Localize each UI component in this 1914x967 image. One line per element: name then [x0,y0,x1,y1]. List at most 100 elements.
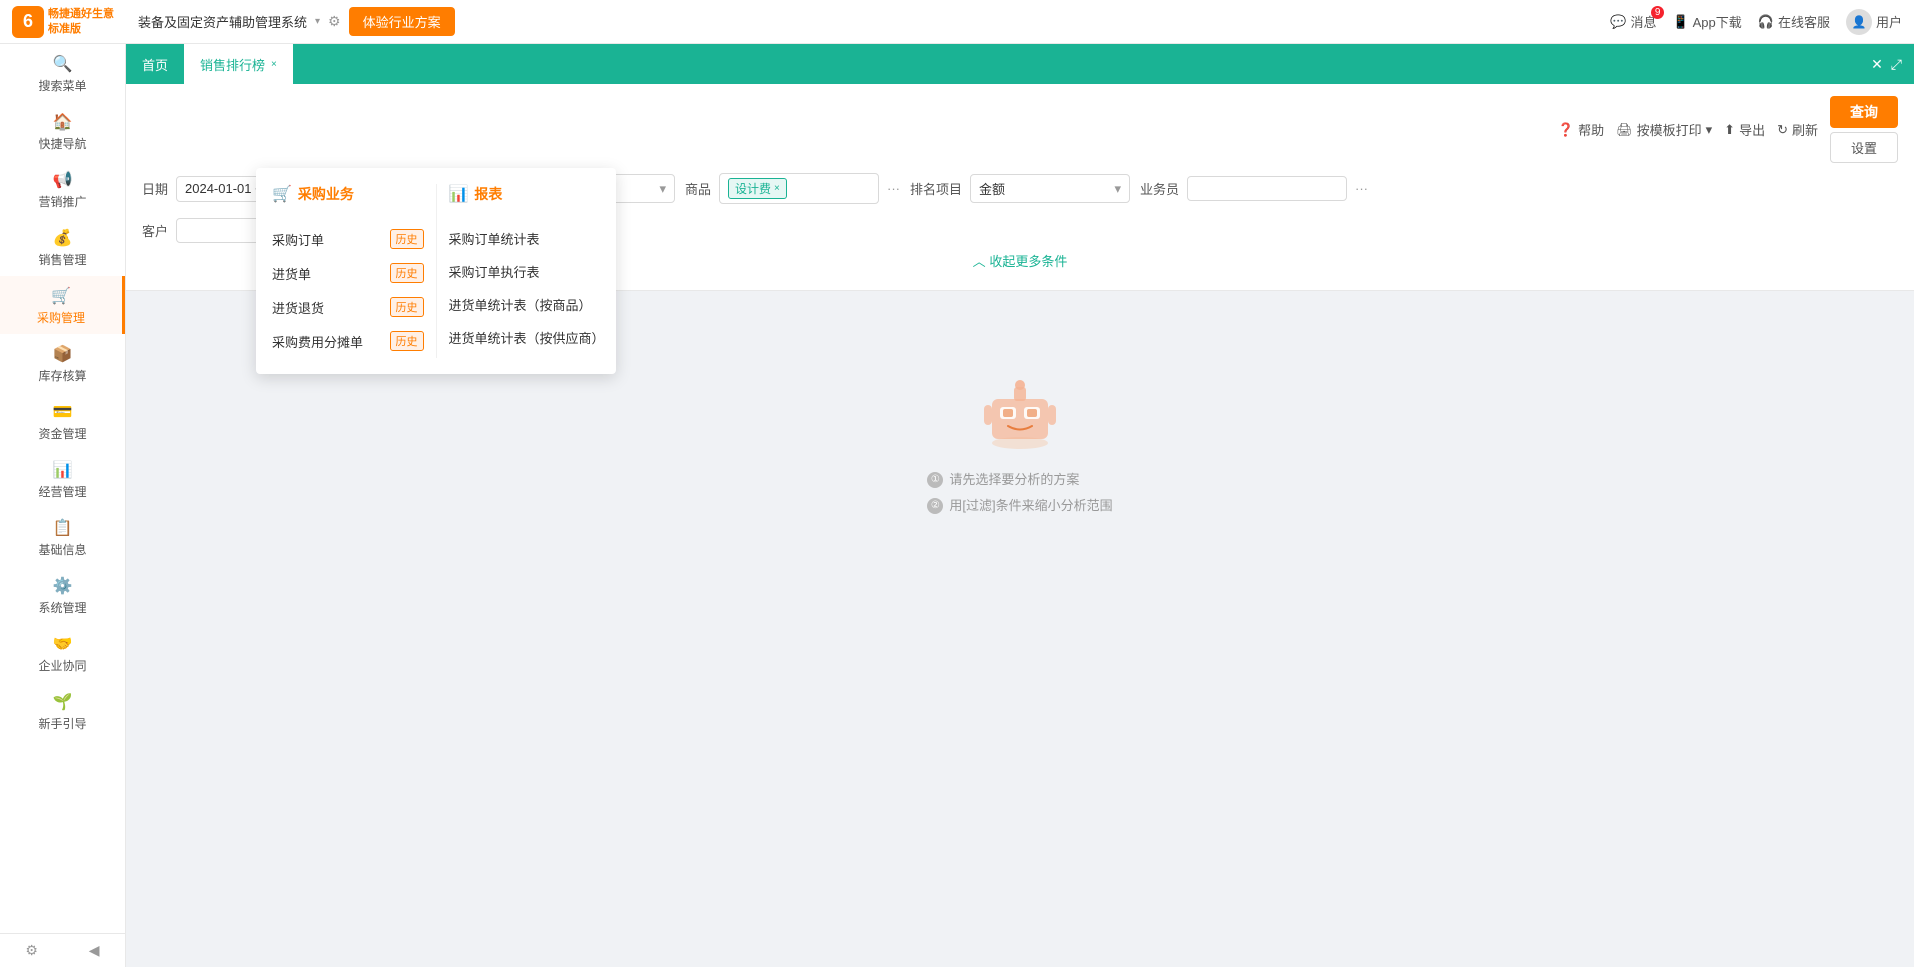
dropdown-col-report-title: 📊 报表 [449,184,601,210]
app-download-btn[interactable]: 📱 App下载 [1672,12,1741,31]
salesman-filter-dots[interactable]: ··· [1355,181,1368,196]
query-btn[interactable]: 查询 [1830,96,1898,128]
tab-bar-actions: ✕ ⤢ [1871,56,1914,73]
tab-home[interactable]: 首页 [126,44,184,84]
empty-text-item-2: ② 用[过滤]条件来缩小分析范围 [927,493,1112,519]
headset-icon: 🎧 [1758,14,1774,30]
page-content: ❓ 帮助 🖨 按模板打印 ▾ ⬆ 导出 ↻ [126,84,1914,967]
business-title-icon: 🛒 [272,184,292,204]
sales-icon: 💰 [53,228,73,248]
sidebar-item-guide[interactable]: 🌱 新手引导 [0,682,125,740]
collapse-icon: ︿ [973,254,986,269]
main-area: 🔍 搜索菜单 🏠 快捷导航 📢 营销推广 💰 销售管理 🛒 采购管理 📦 [0,44,1914,967]
system-settings-icon[interactable]: ⚙ [328,13,341,30]
sidebar-item-sales[interactable]: 💰 销售管理 [0,218,125,276]
purchase-icon: 🛒 [51,286,71,306]
system-dropdown-icon[interactable]: ▾ [315,16,320,27]
action-buttons: 查询 设置 [1830,96,1898,163]
goods-filter-dots[interactable]: ··· [887,181,900,196]
print-dropdown-icon[interactable]: ▾ [1706,122,1713,138]
settings-btn[interactable]: 设置 [1830,132,1898,163]
goods-tag-close[interactable]: × [774,183,780,194]
sidebar-item-system[interactable]: ⚙️ 系统管理 [0,566,125,624]
filter-row-rank: 排名项目 金额 ▾ [910,173,1130,204]
dropdown-item-order-exec[interactable]: 采购订单执行表 [449,255,601,288]
dropdown-item-receipt[interactable]: 进货单 历史 [272,256,424,290]
dropdown-col-business-title: 🛒 采购业务 [272,184,424,210]
dropdown-item-order-stats[interactable]: 采购订单统计表 [449,222,601,255]
logo-char: 6 [23,11,33,32]
app-container: 6 畅捷通好生意 标准版 装备及固定资产辅助管理系统 ▾ ⚙ 体验行业方案 💬 … [0,0,1914,967]
sidebar-item-quicknav[interactable]: 🏠 快捷导航 [0,102,125,160]
basicinfo-icon: 📋 [53,518,73,538]
export-btn[interactable]: ⬆ 导出 [1724,120,1765,139]
sidebar-item-marketing[interactable]: 📢 营销推广 [0,160,125,218]
sidebar-bottom: ⚙ ◀ [0,933,125,967]
salesman-filter-input[interactable] [1187,176,1347,201]
sidebar-item-inventory[interactable]: 📦 库存核算 [0,334,125,392]
orderstatus-dropdown-icon: ▾ [659,181,666,197]
inventory-icon: 📦 [53,344,73,364]
sidebar-item-finance[interactable]: 💳 资金管理 [0,392,125,450]
message-icon: 💬 [1610,14,1626,30]
sidebar-item-search[interactable]: 🔍 搜索菜单 [0,44,125,102]
goods-tag: 设计费 × [728,178,787,199]
tab-expand-btn[interactable]: ⤢ [1891,56,1902,73]
purchase-dropdown-menu: 🛒 采购业务 采购订单 历史 进货单 历史 [256,168,616,374]
rank-filter-label: 排名项目 [910,179,962,198]
dropdown-item-expense[interactable]: 采购费用分摊单 历史 [272,324,424,358]
search-icon: 🔍 [53,54,73,74]
top-bar: 6 畅捷通好生意 标准版 装备及固定资产辅助管理系统 ▾ ⚙ 体验行业方案 💬 … [0,0,1914,44]
operations-icon: 📊 [53,460,73,480]
salesman-filter-label: 业务员 [1140,179,1179,198]
print-btn[interactable]: 🖨 按模板打印 ▾ [1616,120,1712,139]
logo-text: 畅捷通好生意 标准版 [48,7,114,36]
industry-btn[interactable]: 体验行业方案 [349,7,455,36]
dropdown-item-receipt-stats-supplier[interactable]: 进货单统计表（按供应商） [449,321,601,354]
tab-bar: 首页 销售排行榜 × ✕ ⤢ [126,44,1914,84]
empty-dot-1: ① [927,472,943,488]
help-btn[interactable]: ❓ 帮助 [1558,120,1604,139]
user-btn[interactable]: 👤 用户 [1846,9,1902,35]
logo-area: 6 畅捷通好生意 标准版 [12,6,138,38]
sidebar-collapse-icon[interactable]: ◀ [89,942,100,959]
help-icon: ❓ [1558,122,1574,138]
marketing-icon: 📢 [53,170,73,190]
tab-close-icon[interactable]: × [271,59,277,70]
message-btn[interactable]: 💬 消息 9 [1610,12,1656,31]
finance-icon: 💳 [53,402,73,422]
system-icon: ⚙️ [53,576,73,596]
dropdown-item-receipt-stats-goods[interactable]: 进货单统计表（按商品） [449,288,601,321]
sidebar-item-purchase[interactable]: 🛒 采购管理 [0,276,125,334]
export-icon: ⬆ [1724,122,1735,138]
tab-close-btn[interactable]: ✕ [1871,56,1883,73]
online-service-btn[interactable]: 🎧 在线客服 [1758,12,1830,31]
print-icon: 🖨 [1616,122,1633,138]
rank-filter-input[interactable]: 金额 ▾ [970,174,1130,203]
sidebar-settings-icon[interactable]: ⚙ [25,942,38,959]
filter-row-goods: 商品 设计费 × ··· [685,173,900,204]
dropdown-item-purchase-order[interactable]: 采购订单 历史 [272,222,424,256]
goods-filter-input[interactable]: 设计费 × [719,173,879,204]
sidebar: 🔍 搜索菜单 🏠 快捷导航 📢 营销推广 💰 销售管理 🛒 采购管理 📦 [0,44,126,967]
sidebar-item-enterprise[interactable]: 🤝 企业协同 [0,624,125,682]
history-badge-3: 历史 [390,331,424,351]
refresh-btn[interactable]: ↻ 刷新 [1777,120,1818,139]
home-icon: 🏠 [53,112,73,132]
tab-sales-rank[interactable]: 销售排行榜 × [184,44,293,84]
enterprise-icon: 🤝 [53,634,73,654]
phone-icon: 📱 [1672,14,1688,30]
sidebar-item-basicinfo[interactable]: 📋 基础信息 [0,508,125,566]
user-avatar: 👤 [1846,9,1872,35]
empty-dot-2: ② [927,498,943,514]
goods-filter-label: 商品 [685,179,711,198]
sidebar-item-operations[interactable]: 📊 经营管理 [0,450,125,508]
empty-text: ① 请先选择要分析的方案 ② 用[过滤]条件来缩小分析范围 [927,467,1112,519]
message-badge: 9 [1651,6,1665,19]
dropdown-item-return[interactable]: 进货退货 历史 [272,290,424,324]
content-area: 首页 销售排行榜 × ✕ ⤢ ❓ 帮助 [126,44,1914,967]
top-bar-right: 💬 消息 9 📱 App下载 🎧 在线客服 👤 用户 [1610,9,1902,35]
filter-toolbar: ❓ 帮助 🖨 按模板打印 ▾ ⬆ 导出 ↻ [142,96,1898,163]
date-filter-label: 日期 [142,179,168,198]
empty-text-item-1: ① 请先选择要分析的方案 [927,467,1112,493]
